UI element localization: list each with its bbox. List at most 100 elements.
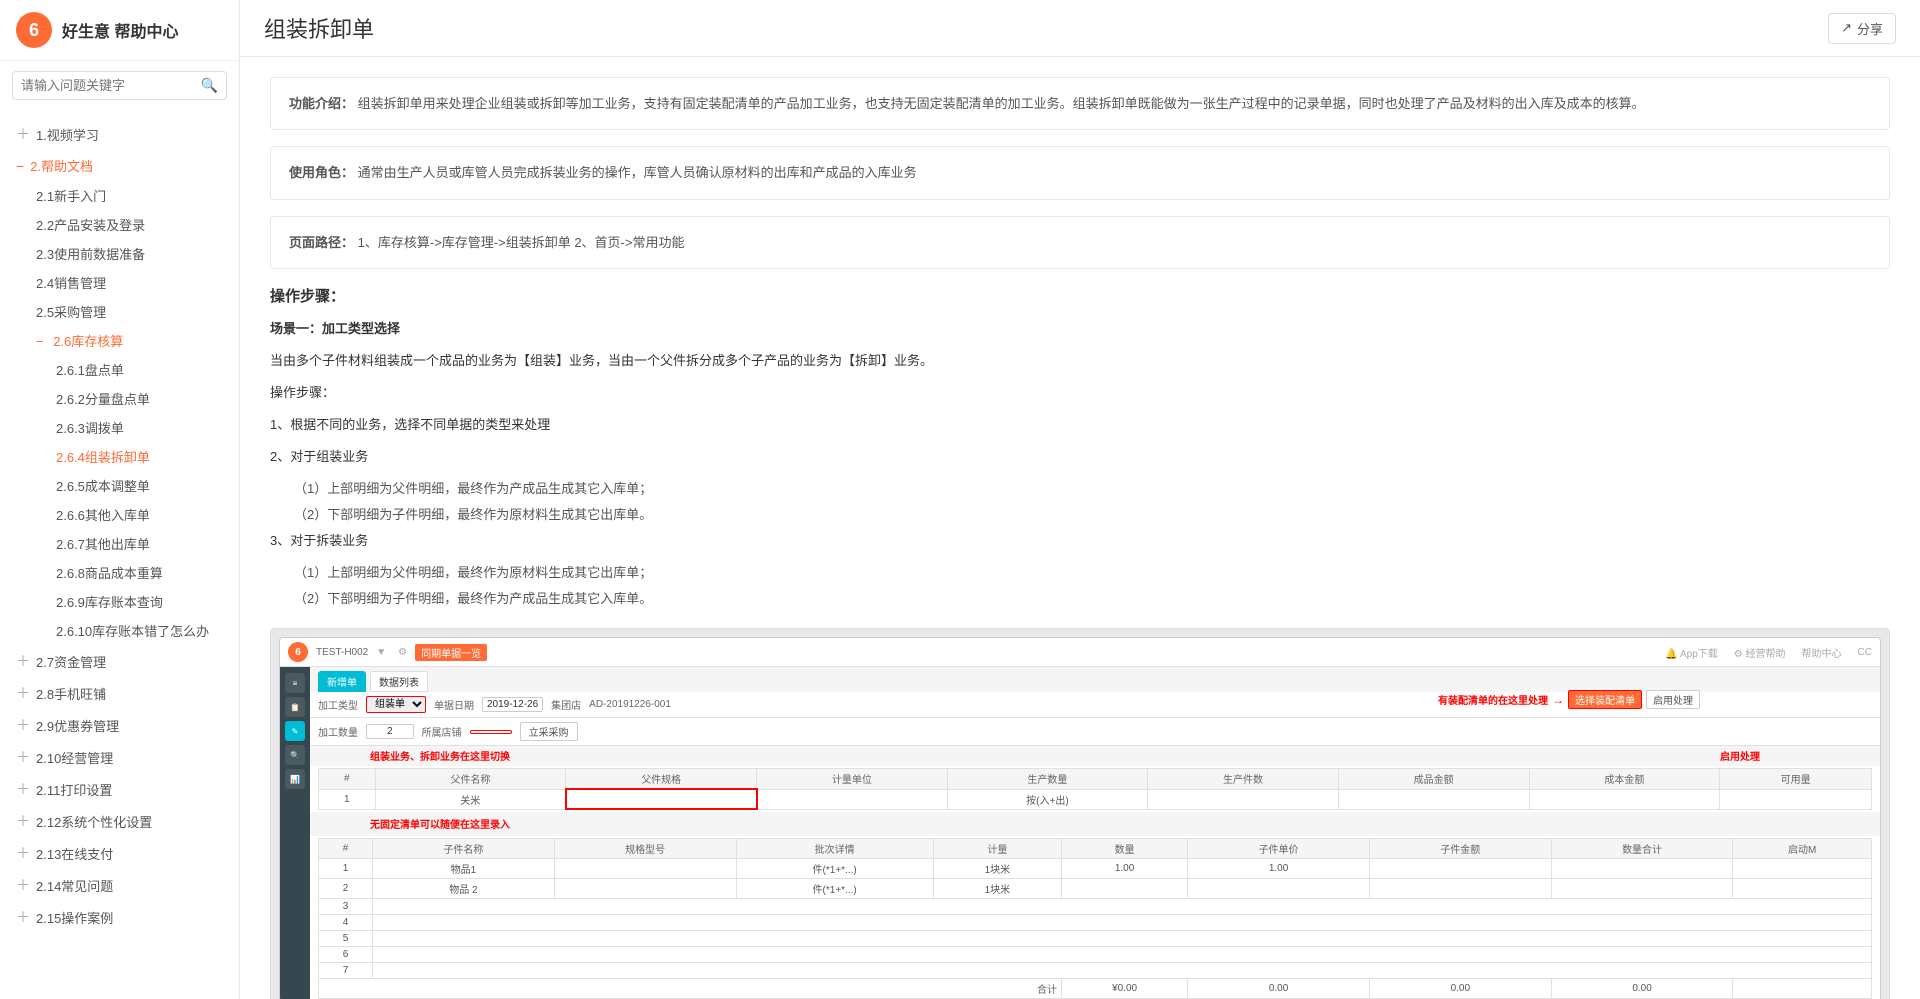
sidebar-item-install[interactable]: 2.2产品安装及登录 [0,210,239,239]
mock-apply-btn[interactable]: 启用处理 [1646,690,1700,709]
sidebar-item-docs[interactable]: − 2.帮助文档 [0,150,239,181]
sidebar-item-coupon[interactable]: ＋ 2.9优惠券管理 [0,709,239,741]
role-text: 通常由生产人员或库管人员完成拆装业务的操作，库管人员确认原材料的出库和产成品的入… [358,165,917,180]
sidebar-item-cases[interactable]: ＋ 2.15操作案例 [0,901,239,933]
search-box[interactable]: 🔍 [12,71,227,100]
sidebar-item-sales[interactable]: 2.4销售管理 [0,268,239,297]
steps-title: 操作步骤： [270,285,1890,306]
expand-icon-finance: ＋ [16,651,30,671]
sidebar-item-print[interactable]: ＋ 2.11打印设置 [0,773,239,805]
mock-lower-row-7: 7 [319,963,1872,979]
intro-block: 功能介绍： 组装拆卸单用来处理企业组装或拆卸等加工业务，支持有固定装配清单的产品… [270,77,1890,130]
step2-2: （2）下部明细为子件明细，最终作为原材料生成其它出库单。 [294,502,1890,528]
mock-lower-row-3: 3 [319,899,1872,915]
path-block: 页面路径： 1、库存核算->库存管理->组装拆卸单 2、首页->常用功能 [270,216,1890,269]
mock-choose-bom-btn[interactable]: 选择装配清单 [1568,690,1642,709]
expand-icon-cases: ＋ [16,907,30,927]
mock-lower-col-spec: 规格型号 [554,839,736,859]
sidebar-item-data[interactable]: 2.3使用前数据准备 [0,239,239,268]
sidebar-header: 6 好生意 帮助中心 [0,0,239,61]
nav-tree: ＋ 1.视频学习 − 2.帮助文档 2.1新手入门 2.2产品安装及登录 2.3… [0,110,239,999]
sidebar-item-cost[interactable]: 2.6.5成本调整单 [0,471,239,500]
mock-bom-field-label: 所属店铺 [422,724,462,739]
mock-icon-4: 🔍 [285,745,305,765]
mock-date-value: 2019-12-26 [482,697,543,712]
mock-no-bom-annotation-row: 无固定清单可以随便在这里录入 [310,812,1880,836]
mock-col-parent-spec: 父件规格 [566,769,757,790]
mock-icon-5: 📊 [285,769,305,789]
mock-lower-col-unit: 计量 [933,839,1061,859]
mock-bom-field[interactable] [470,730,512,734]
mock-lower-col-amt: 子件金额 [1369,839,1551,859]
mock-upper-table: # 父件名称 父件规格 计量单位 生产数量 生产件数 成品金额 成本金额 [318,768,1872,810]
mock-tabs: 新增单 数据列表 [310,667,1880,692]
sidebar-item-ops[interactable]: ＋ 2.10经营管理 [0,741,239,773]
search-input[interactable] [21,78,201,93]
sidebar-item-assembly[interactable]: 2.6.4组装拆卸单 [0,442,239,471]
mock-icon-1: ≡ [285,673,305,693]
sidebar-item-stock-check[interactable]: 2.6.9库存账本查询 [0,587,239,616]
mock-col-unit: 计量单位 [757,769,948,790]
mock-cell-camt [1529,789,1720,809]
path-label: 页面路径： [289,235,354,250]
content-area: 功能介绍： 组装拆卸单用来处理企业组装或拆卸等加工业务，支持有固定装配清单的产品… [240,57,1920,999]
mock-col-cost-amt: 成本金额 [1529,769,1720,790]
role-label: 使用角色： [289,165,354,180]
mock-process-annotation: 启用处理 [1720,748,1760,763]
expand-icon-print: ＋ [16,779,30,799]
mock-spacer [310,746,1880,766]
sidebar-item-videos[interactable]: ＋ 1.视频学习 [0,118,239,150]
sidebar-item-other-out[interactable]: 2.6.7其他出库单 [0,529,239,558]
mock-lower-col-total: 数量合计 [1551,839,1733,859]
mock-lower-col-num: # [319,839,373,859]
sidebar-item-error[interactable]: 2.6.10库存账本错了怎么办 [0,616,239,645]
sidebar-item-stocktake[interactable]: 2.6.1盘点单 [0,355,239,384]
mock-lower-table-container: # 子件名称 规格型号 批次详情 计量 数量 子件单价 子件金额 [310,836,1880,999]
sidebar-item-cost-calc[interactable]: 2.6.8商品成本重算 [0,558,239,587]
sidebar-item-adjust[interactable]: 2.6.3调拨单 [0,413,239,442]
path-text: 1、库存核算->库存管理->组装拆卸单 2、首页->常用功能 [358,235,685,250]
mock-confirm-btn[interactable]: 立采采购 [520,722,578,741]
mock-lower-col-batch: 批次详情 [736,839,933,859]
step3: 3、对于拆装业务 [270,528,1890,554]
step2-1: （1）上部明细为父件明细，最终作为产成品生成其它入库单； [294,476,1890,502]
sidebar-item-faq[interactable]: ＋ 2.14常见问题 [0,869,239,901]
mock-tab-list[interactable]: 数据列表 [370,671,428,692]
mock-col-product-amt: 成品金额 [1338,769,1529,790]
mock-new-doc-btn[interactable]: 同期单据一览 [415,644,487,661]
mock-lower-col-price: 子件单价 [1188,839,1370,859]
mock-lower-row-4: 4 [319,915,1872,931]
mock-center: 新增单 数据列表 加工类型 组装单 [310,667,1880,999]
mock-footer-row: 合计 ¥0.00 0.00 0.00 0.00 [319,979,1872,999]
mock-col-parent-name: 父件名称 [375,769,566,790]
mock-upper-table-container: # 父件名称 父件规格 计量单位 生产数量 生产件数 成品金额 成本金额 [310,766,1880,812]
mock-type-label: 加工类型 [318,697,358,712]
mock-bom-annotation: 有装配清单的在这里处理 → 选择装配清单 启用处理 [1438,690,1700,709]
share-button[interactable]: ↗ 分享 [1828,13,1896,44]
mock-app-id: TEST-H002 [316,647,368,658]
sidebar-item-payment[interactable]: ＋ 2.13在线支付 [0,837,239,869]
sidebar-item-finance[interactable]: ＋ 2.7资金管理 [0,645,239,677]
sidebar-item-mobile[interactable]: ＋ 2.8手机旺铺 [0,677,239,709]
sidebar-item-inventory[interactable]: − 2.6库存核算 [0,326,239,355]
sidebar-item-other-in[interactable]: 2.6.6其他入库单 [0,500,239,529]
mock-docno: AD-20191226-001 [589,699,671,710]
sidebar-item-newcomer[interactable]: 2.1新手入门 [0,181,239,210]
mock-col-num: # [319,769,376,790]
mock-assembly-annotation: 组装业务、拆卸业务在这里切换 [370,748,510,763]
step2: 2、对于组装业务 [270,444,1890,470]
steps-label2: 操作步骤： [270,380,1890,406]
mock-cell-avail [1720,789,1872,809]
page-title: 组装拆卸单 [264,12,374,44]
step3-2: （2）下部明细为子件明细，最终作为产成品生成其它入库单。 [294,586,1890,612]
mock-qty-value: 2 [366,724,414,739]
sidebar-item-custom[interactable]: ＋ 2.12系统个性化设置 [0,805,239,837]
mock-tab-new[interactable]: 新增单 [318,671,366,692]
sidebar-item-purchase[interactable]: 2.5采购管理 [0,297,239,326]
mock-type-select[interactable]: 组装单 拆卸单 [366,696,426,713]
mock-cell-num: 1 [319,789,376,809]
mock-lower-col-name: 子件名称 [373,839,555,859]
mock-icon-3: ✎ [285,721,305,741]
mock-lower-row-2: 2 物品 2 件(*1+*...) 1块米 [319,879,1872,899]
sidebar-item-partial[interactable]: 2.6.2分量盘点单 [0,384,239,413]
